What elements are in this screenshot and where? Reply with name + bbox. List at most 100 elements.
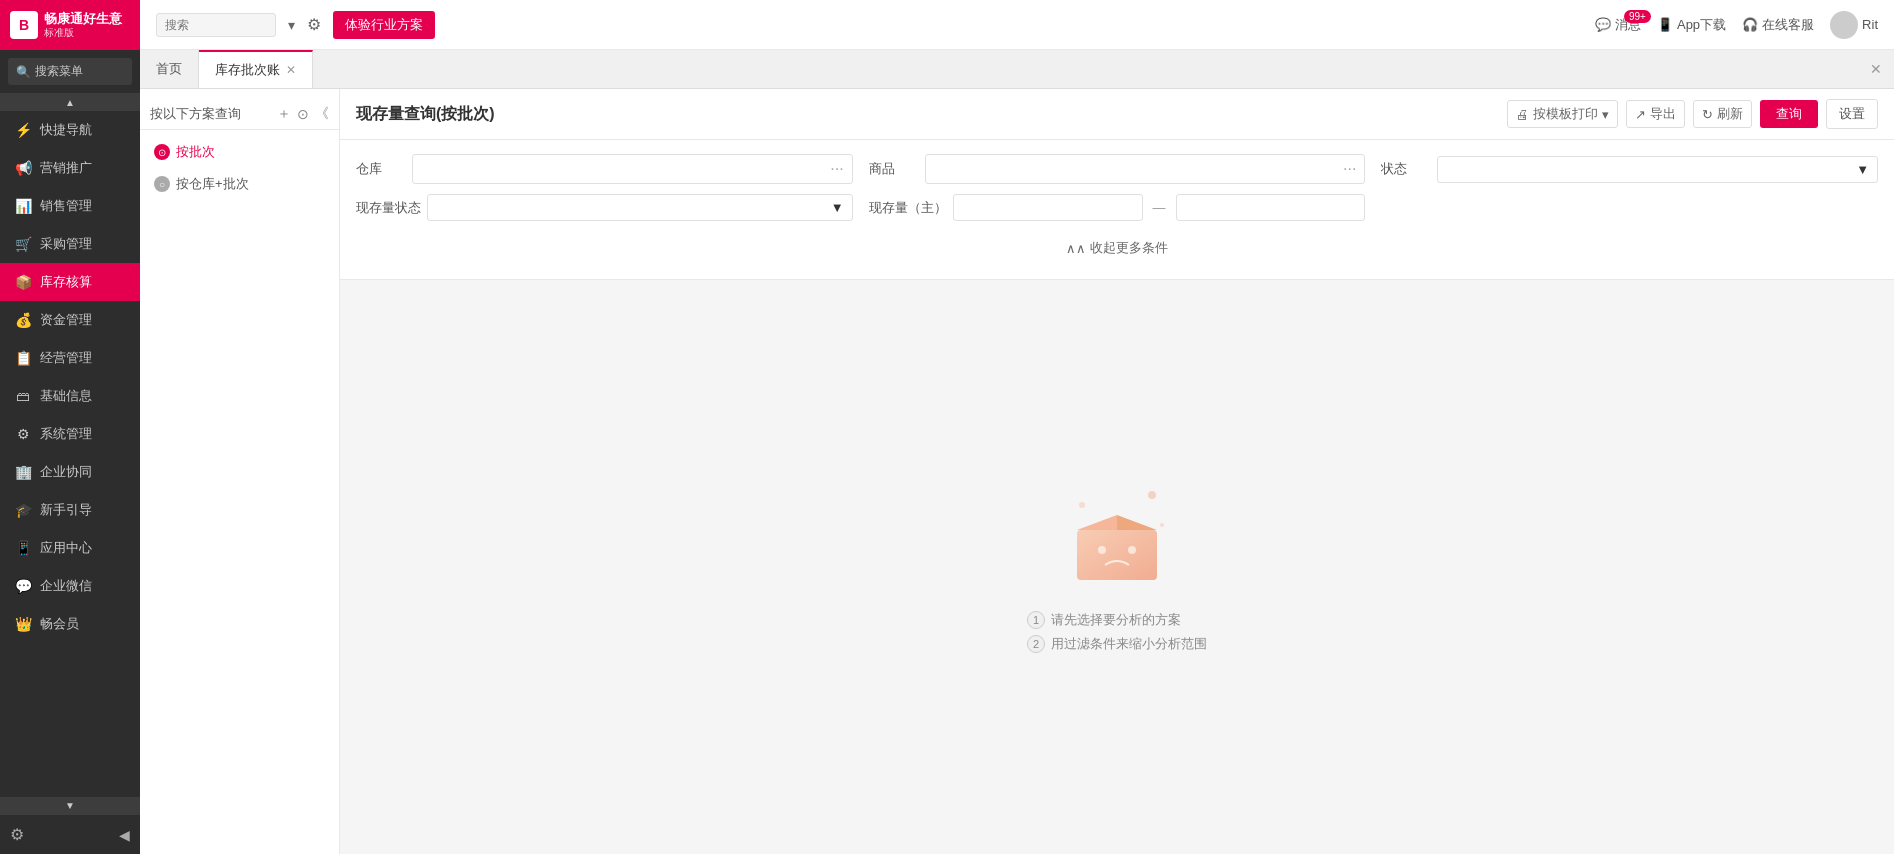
filter-status: 状态 ▼ xyxy=(1381,156,1878,183)
new-user-icon: 🎓 xyxy=(14,502,32,518)
status-select[interactable]: ▼ xyxy=(1437,156,1878,183)
sidebar-item-label: 营销推广 xyxy=(40,159,92,177)
scheme-item-by-warehouse-batch[interactable]: ○ 按仓库+批次 xyxy=(140,168,339,200)
svg-point-7 xyxy=(1160,523,1164,527)
qty-dash: — xyxy=(1149,200,1170,215)
app-name: 畅康通好生意 xyxy=(44,11,122,27)
page-header: 现存量查询(按批次) 🖨 按模板打印 ▾ ↗ 导出 ↻ 刷新 xyxy=(340,89,1894,140)
scheme-item-label: 按批次 xyxy=(176,143,215,161)
inventory-qty-to[interactable] xyxy=(1176,194,1366,221)
left-panel: 按以下方案查询 ＋ ⊙ 《 ⊙ 按批次 ○ 按仓库+批次 xyxy=(140,89,340,854)
topbar-dropdown-icon[interactable]: ▾ xyxy=(288,17,295,33)
step-1-text: 请先选择要分析的方案 xyxy=(1051,611,1181,629)
topbar-gear-icon[interactable]: ⚙ xyxy=(307,15,321,34)
tab-home-label: 首页 xyxy=(156,60,182,78)
tab-inventory-batch[interactable]: 库存批次账 ✕ xyxy=(199,50,313,88)
filter-row-2: 现存量状态 ▼ 现存量（主） — xyxy=(356,194,1878,221)
online-service-item[interactable]: 🎧 在线客服 xyxy=(1742,16,1814,34)
tab-home[interactable]: 首页 xyxy=(140,50,199,88)
sidebar-scroll-down[interactable]: ▼ xyxy=(0,797,140,814)
collapse-panel-icon[interactable]: 《 xyxy=(315,105,329,123)
sidebar-item-basic-info[interactable]: 🗃 基础信息 xyxy=(0,377,140,415)
topbar-search-input[interactable] xyxy=(156,13,276,37)
export-button[interactable]: ↗ 导出 xyxy=(1626,100,1685,128)
tab-close-icon[interactable]: ✕ xyxy=(286,63,296,77)
empty-state: 1 请先选择要分析的方案 2 用过滤条件来缩小分析范围 xyxy=(340,280,1894,854)
inactive-scheme-dot: ○ xyxy=(154,176,170,192)
warehouse-input[interactable]: ··· xyxy=(412,154,853,184)
warehouse-dots[interactable]: ··· xyxy=(830,160,843,178)
app-download-icon: 📱 xyxy=(1657,17,1673,32)
sidebar-item-label: 系统管理 xyxy=(40,425,92,443)
finance-icon: 💰 xyxy=(14,312,32,328)
scheme-item-by-batch[interactable]: ⊙ 按批次 xyxy=(140,136,339,168)
step-1-num: 1 xyxy=(1027,611,1045,629)
svg-rect-0 xyxy=(1077,530,1157,580)
inventory-qty-from[interactable] xyxy=(953,194,1143,221)
app-version: 标准版 xyxy=(44,27,122,39)
sidebar-item-member[interactable]: 👑 畅会员 xyxy=(0,605,140,643)
app-title-area: 畅康通好生意 标准版 xyxy=(44,11,122,39)
sidebar-item-marketing[interactable]: 📢 营销推广 xyxy=(0,149,140,187)
sidebar-item-purchase[interactable]: 🛒 采购管理 xyxy=(0,225,140,263)
print-dropdown-icon[interactable]: ▾ xyxy=(1602,107,1609,122)
sidebar-item-label: 企业协同 xyxy=(40,463,92,481)
sidebar-item-inventory[interactable]: 📦 库存核算 xyxy=(0,263,140,301)
search-menu-button[interactable]: 🔍 搜索菜单 xyxy=(8,58,132,85)
step-2-num: 2 xyxy=(1027,635,1045,653)
product-input[interactable]: ··· xyxy=(925,154,1366,184)
sidebar-item-label: 企业微信 xyxy=(40,577,92,595)
online-service-icon: 🎧 xyxy=(1742,17,1758,32)
collapse-sidebar-icon[interactable]: ◀ xyxy=(119,827,130,843)
query-button[interactable]: 查询 xyxy=(1760,100,1818,128)
app-center-icon: 📱 xyxy=(14,540,32,556)
settings-button[interactable]: 设置 xyxy=(1826,99,1878,129)
app-download-item[interactable]: 📱 App下载 xyxy=(1657,16,1726,34)
tab-close-main-icon[interactable]: ✕ xyxy=(1858,61,1894,77)
collapse-more-btn[interactable]: ∧∧ 收起更多条件 xyxy=(356,231,1878,265)
experience-button[interactable]: 体验行业方案 xyxy=(333,11,435,39)
status-chevron-icon: ▼ xyxy=(1856,162,1869,177)
sidebar-item-label: 畅会员 xyxy=(40,615,79,633)
export-icon: ↗ xyxy=(1635,107,1646,122)
sidebar-item-sales[interactable]: 📊 销售管理 xyxy=(0,187,140,225)
message-icon: 💬 xyxy=(1595,17,1611,32)
left-panel-title: 按以下方案查询 xyxy=(150,105,241,123)
scheme-settings-icon[interactable]: ⊙ xyxy=(297,106,309,122)
warehouse-label: 仓库 xyxy=(356,160,406,178)
sidebar-item-system[interactable]: ⚙ 系统管理 xyxy=(0,415,140,453)
filter-inventory-qty: 现存量（主） — xyxy=(869,194,1366,221)
sidebar-item-label: 应用中心 xyxy=(40,539,92,557)
refresh-icon: ↻ xyxy=(1702,107,1713,122)
sidebar-item-app-center[interactable]: 📱 应用中心 xyxy=(0,529,140,567)
sidebar-item-finance[interactable]: 💰 资金管理 xyxy=(0,301,140,339)
basic-info-icon: 🗃 xyxy=(14,388,32,404)
sidebar-item-wechat[interactable]: 💬 企业微信 xyxy=(0,567,140,605)
sidebar-item-label: 经营管理 xyxy=(40,349,92,367)
filter-product: 商品 ··· xyxy=(869,154,1366,184)
purchase-icon: 🛒 xyxy=(14,236,32,252)
refresh-button[interactable]: ↻ 刷新 xyxy=(1693,100,1752,128)
add-scheme-icon[interactable]: ＋ xyxy=(277,105,291,123)
messages-item[interactable]: 💬 消息 99+ xyxy=(1595,16,1641,34)
sidebar-scroll-up[interactable]: ▲ xyxy=(0,94,140,111)
sidebar-item-enterprise[interactable]: 🏢 企业协同 xyxy=(0,453,140,491)
left-panel-icons: ＋ ⊙ 《 xyxy=(277,105,329,123)
inventory-status-label: 现存量状态 xyxy=(356,199,421,217)
inventory-status-select[interactable]: ▼ xyxy=(427,194,853,221)
sidebar-item-label: 基础信息 xyxy=(40,387,92,405)
filter-area: 仓库 ··· 商品 ··· 状态 xyxy=(340,140,1894,280)
settings-icon[interactable]: ⚙ xyxy=(10,825,24,844)
sidebar-item-quick-nav[interactable]: ⚡ 快捷导航 xyxy=(0,111,140,149)
sidebar-item-operations[interactable]: 📋 经营管理 xyxy=(0,339,140,377)
sidebar-item-new-user[interactable]: 🎓 新手引导 xyxy=(0,491,140,529)
online-service-label: 在线客服 xyxy=(1762,16,1814,34)
sidebar-header: B 畅康通好生意 标准版 xyxy=(0,0,140,50)
svg-point-3 xyxy=(1098,546,1106,554)
user-item[interactable]: Rit xyxy=(1830,11,1878,39)
sidebar-item-label: 销售管理 xyxy=(40,197,92,215)
product-dots[interactable]: ··· xyxy=(1343,160,1356,178)
step-2-text: 用过滤条件来缩小分析范围 xyxy=(1051,635,1207,653)
topbar-right: 💬 消息 99+ 📱 App下载 🎧 在线客服 Rit xyxy=(1595,11,1878,39)
print-template-button[interactable]: 🖨 按模板打印 ▾ xyxy=(1507,100,1618,128)
